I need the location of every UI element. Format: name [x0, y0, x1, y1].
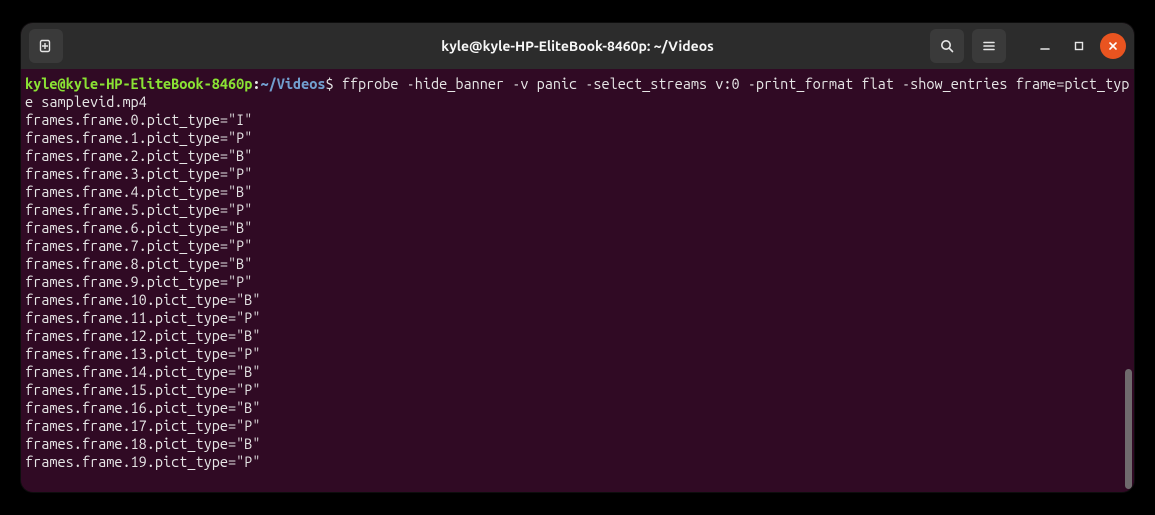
maximize-icon — [1073, 40, 1085, 52]
command-output: frames.frame.0.pict_type="I" frames.fram… — [25, 111, 260, 470]
new-tab-icon — [38, 38, 54, 54]
terminal-window: kyle@kyle-HP-EliteBook-8460p: ~/Videos — [21, 23, 1134, 492]
prompt-user-host: kyle@kyle-HP-EliteBook-8460p — [25, 75, 252, 92]
titlebar: kyle@kyle-HP-EliteBook-8460p: ~/Videos — [21, 23, 1134, 69]
maximize-button[interactable] — [1066, 33, 1092, 59]
scrollbar-thumb[interactable] — [1125, 369, 1132, 489]
hamburger-icon — [981, 38, 997, 54]
terminal-body[interactable]: kyle@kyle-HP-EliteBook-8460p:~/Videos$ f… — [21, 69, 1134, 492]
minimize-icon — [1039, 40, 1051, 52]
search-icon — [939, 38, 955, 54]
titlebar-right — [930, 29, 1126, 63]
close-icon — [1107, 40, 1119, 52]
new-tab-button[interactable] — [29, 29, 63, 63]
close-button[interactable] — [1100, 33, 1126, 59]
titlebar-left — [29, 29, 63, 63]
minimize-button[interactable] — [1032, 33, 1058, 59]
search-button[interactable] — [930, 29, 964, 63]
prompt-dollar: $ — [325, 75, 341, 92]
prompt-path: ~/Videos — [260, 75, 325, 92]
menu-button[interactable] — [972, 29, 1006, 63]
